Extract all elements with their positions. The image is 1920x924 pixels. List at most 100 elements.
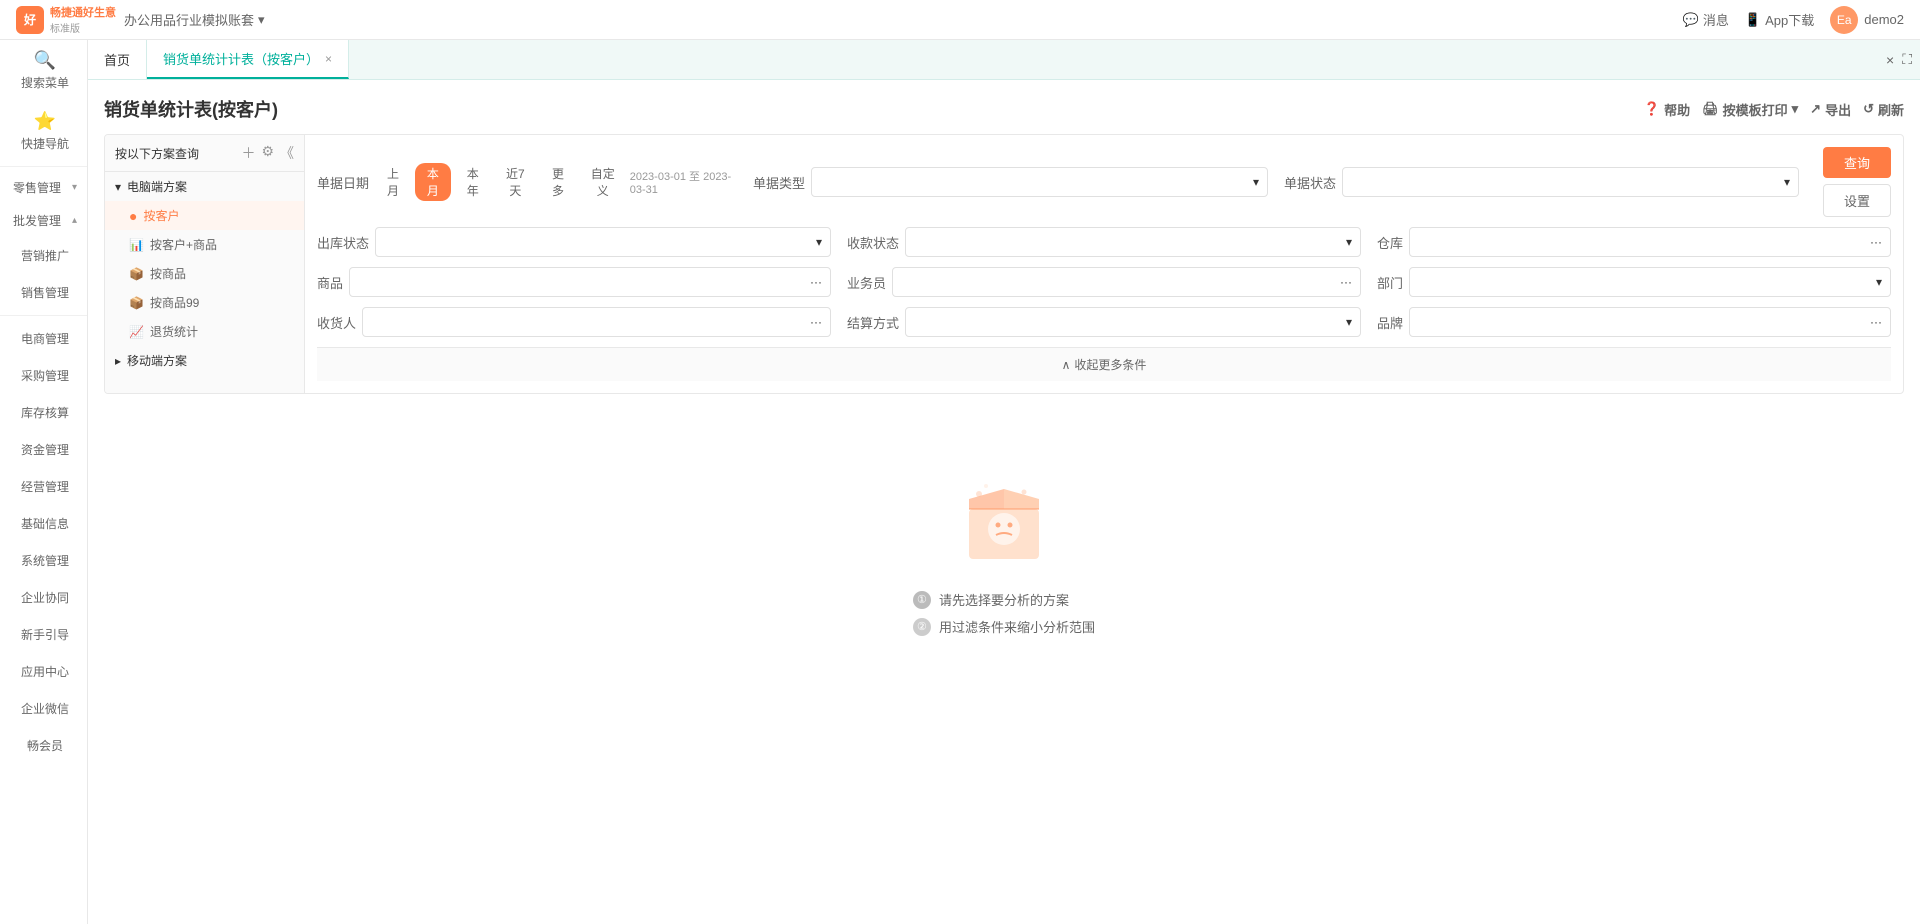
- scheme-group-mobile-header[interactable]: ▸ 移动端方案: [105, 346, 304, 375]
- out-status-control[interactable]: ▾: [375, 227, 831, 257]
- tab-close-icon[interactable]: ×: [325, 52, 332, 66]
- doc-type-control[interactable]: ▾: [811, 167, 1268, 197]
- sidebar-item-operation[interactable]: 经营管理: [0, 468, 87, 505]
- sidebar-item-newbie[interactable]: 新手引导: [0, 616, 87, 653]
- tab-home[interactable]: 首页: [88, 40, 147, 79]
- newbie-label: 新手引导: [21, 626, 69, 643]
- app-download-button[interactable]: 📱 App下载: [1745, 10, 1814, 29]
- date-buttons: 上月 本月 本年 近7天 更多 自定义 2023-03-01 至 2023-03…: [375, 163, 737, 201]
- page-title: 销货单统计表(按客户): [104, 96, 278, 122]
- sidebar-item-marketing[interactable]: 营销推广: [0, 237, 87, 274]
- sidebar-item-shortcut[interactable]: ⭐ 快捷导航: [0, 101, 87, 162]
- filter-row-3: 商品 ··· 业务员 ···: [317, 267, 1891, 297]
- refresh-icon: ↺: [1863, 101, 1874, 117]
- tab-active[interactable]: 销货单统计计表（按客户） ×: [147, 40, 349, 79]
- warehouse-control[interactable]: ···: [1409, 227, 1891, 257]
- message-button[interactable]: 💬 消息: [1683, 10, 1729, 29]
- sidebar-item-basic[interactable]: 基础信息: [0, 505, 87, 542]
- industry-selector[interactable]: 办公用品行业模拟账套 ▾: [124, 10, 265, 29]
- scheme-group-mobile: ▸ 移动端方案: [105, 346, 304, 375]
- goods-dots: ···: [810, 275, 822, 289]
- page-title-row: 销货单统计表(按客户) ❓ 帮助 🖨 按模板打印 ▾ ↗: [104, 96, 1904, 122]
- receiver-dots: ···: [810, 315, 822, 329]
- payment-control[interactable]: ▾: [905, 307, 1361, 337]
- divider-2: [0, 315, 87, 316]
- receiver-control[interactable]: ···: [362, 307, 831, 337]
- sidebar-item-purchase[interactable]: 采购管理: [0, 357, 87, 394]
- goods99-icon: 📦: [129, 296, 144, 310]
- customer-goods-icon: 📊: [129, 238, 144, 252]
- settings-button[interactable]: 设置: [1823, 184, 1891, 217]
- date-btn-more[interactable]: 更多: [540, 163, 576, 201]
- scheme-item-customer[interactable]: ● 按客户: [105, 201, 304, 230]
- tab-controls: × ⛶: [1878, 40, 1920, 79]
- collect-status-control[interactable]: ▾: [905, 227, 1361, 257]
- finance-label: 资金管理: [21, 441, 69, 458]
- warehouse-dots: ···: [1870, 235, 1882, 249]
- date-btn-custom[interactable]: 自定义: [580, 163, 626, 201]
- scheme-item-return-stats[interactable]: 📈 退货统计: [105, 317, 304, 346]
- filter-action-buttons: 查询 设置: [1823, 147, 1891, 217]
- collect-status-chevron-icon: ▾: [1346, 235, 1352, 249]
- sidebar-item-sales[interactable]: 销售管理: [0, 274, 87, 311]
- filter-row-1: 单据日期 上月 本月 本年 近7天 更多 自定义 2023-03-01 至 20…: [317, 147, 1891, 217]
- sidebar-item-wechat[interactable]: 企业微信: [0, 690, 87, 727]
- sidebar-item-ecommerce[interactable]: 电商管理: [0, 320, 87, 357]
- sidebar-item-search[interactable]: 🔍 搜索菜单: [0, 40, 87, 101]
- user-menu[interactable]: Ea demo2: [1830, 6, 1904, 34]
- date-btn-7days[interactable]: 近7天: [495, 163, 536, 201]
- template-print-button[interactable]: 🖨 按模板打印 ▾: [1702, 100, 1798, 119]
- filter-department: 部门 ▾: [1377, 267, 1891, 297]
- empty-step-1: ① 请先选择要分析的方案: [913, 590, 1095, 609]
- sidebar-item-retail[interactable]: 零售管理 ▾: [0, 171, 87, 204]
- sidebar-item-appcenter[interactable]: 应用中心: [0, 653, 87, 690]
- group-label: 电脑端方案: [127, 178, 187, 195]
- scheme-item-goods[interactable]: 📦 按商品: [105, 259, 304, 288]
- salesperson-control[interactable]: ···: [892, 267, 1361, 297]
- sidebar-item-system[interactable]: 系统管理: [0, 542, 87, 579]
- sidebar-item-wholesale[interactable]: 批发管理 ▴: [0, 204, 87, 237]
- scheme-header: 按以下方案查询 ＋ ⚙ 《: [105, 135, 304, 172]
- sidebar-item-vip[interactable]: 畅会员: [0, 727, 87, 764]
- scheme-group-desktop: ▾ 电脑端方案 ● 按客户 📊 按客户+商品: [105, 172, 304, 346]
- page-content: 销货单统计表(按客户) ❓ 帮助 🖨 按模板打印 ▾ ↗: [88, 80, 1920, 924]
- department-control[interactable]: ▾: [1409, 267, 1891, 297]
- appcenter-label: 应用中心: [21, 663, 69, 680]
- wechat-label: 企业微信: [21, 700, 69, 717]
- scheme-item-goods99[interactable]: 📦 按商品99: [105, 288, 304, 317]
- filter-row-2: 出库状态 ▾ 收款状态 ▾: [317, 227, 1891, 257]
- logo-text: 畅捷通好生意 标准版: [50, 4, 116, 35]
- doc-status-control[interactable]: ▾: [1342, 167, 1799, 197]
- add-scheme-icon[interactable]: ＋: [241, 143, 255, 163]
- sidebar-item-enterprise[interactable]: 企业协同: [0, 579, 87, 616]
- tab-close-window-icon[interactable]: ×: [1886, 52, 1894, 68]
- collapse-scheme-icon[interactable]: 《: [280, 143, 294, 163]
- sidebar-item-finance[interactable]: 资金管理: [0, 431, 87, 468]
- export-button[interactable]: ↗ 导出: [1810, 100, 1851, 119]
- filter-out-status: 出库状态 ▾: [317, 227, 831, 257]
- date-btn-thisyear[interactable]: 本年: [455, 163, 491, 201]
- filter-doc-status: 单据状态 ▾: [1284, 167, 1799, 197]
- print-icon: 🖨: [1702, 101, 1719, 117]
- tab-maximize-icon[interactable]: ⛶: [1902, 51, 1912, 68]
- logo-area: 好 畅捷通好生意 标准版: [16, 4, 116, 35]
- date-range-text: 2023-03-01 至 2023-03-31: [630, 168, 737, 196]
- marketing-label: 营销推广: [21, 247, 69, 264]
- scheme-group-desktop-header[interactable]: ▾ 电脑端方案: [105, 172, 304, 201]
- filter-row-4: 收货人 ··· 结算方式 ▾: [317, 307, 1891, 337]
- sidebar-item-inventory[interactable]: 库存核算: [0, 394, 87, 431]
- settings-scheme-icon[interactable]: ⚙: [261, 143, 274, 163]
- date-btn-thismonth[interactable]: 本月: [415, 163, 451, 201]
- star-icon: ⭐: [34, 111, 56, 132]
- brand-control[interactable]: ···: [1409, 307, 1891, 337]
- scheme-item-customer-goods[interactable]: 📊 按客户+商品: [105, 230, 304, 259]
- goods-control[interactable]: ···: [349, 267, 831, 297]
- date-btn-lastmonth[interactable]: 上月: [375, 163, 411, 201]
- filter-salesperson: 业务员 ···: [847, 267, 1361, 297]
- query-button[interactable]: 查询: [1823, 147, 1891, 178]
- app-container: 好 畅捷通好生意 标准版 办公用品行业模拟账套 ▾ 💬 消息 📱 App下载: [0, 0, 1920, 924]
- refresh-button[interactable]: ↺ 刷新: [1863, 100, 1904, 119]
- help-button[interactable]: ❓ 帮助: [1644, 100, 1690, 119]
- collapse-bar[interactable]: ∧ 收起更多条件: [317, 347, 1891, 381]
- sidebar-label-shortcut: 快捷导航: [21, 135, 69, 152]
